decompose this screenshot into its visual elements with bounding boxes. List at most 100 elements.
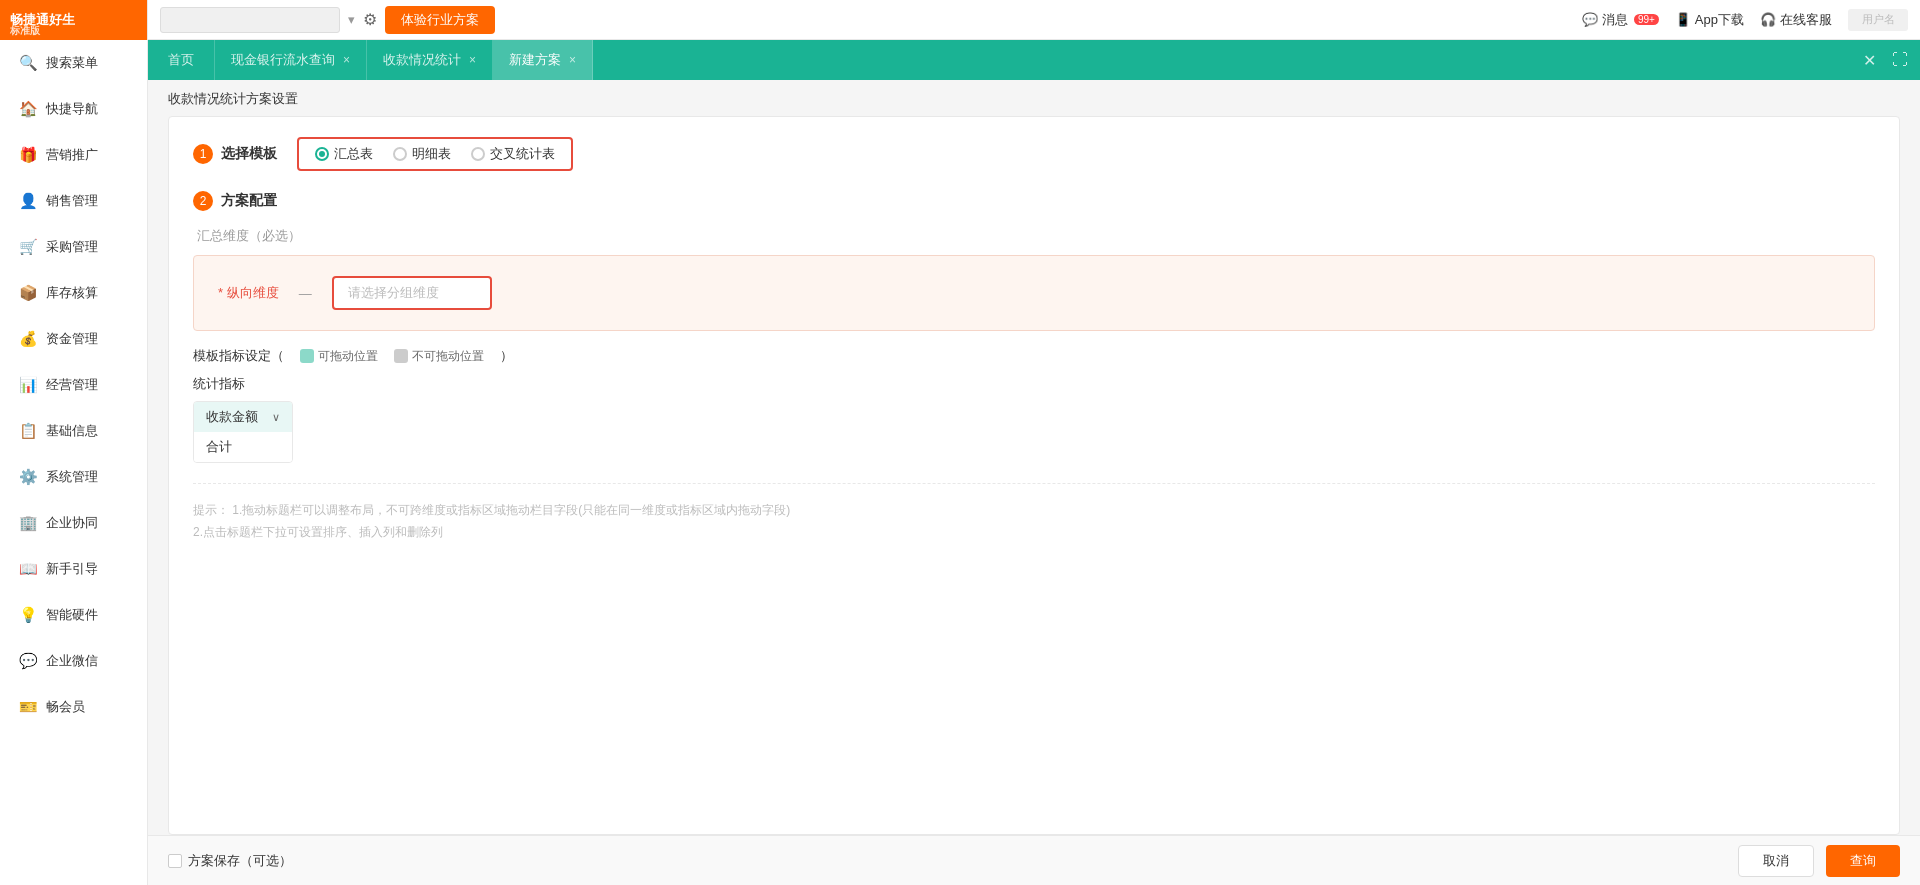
radio-summary-label: 汇总表 [334, 145, 373, 163]
sidebar-item-new-guide[interactable]: 📖 新手引导 [0, 546, 147, 592]
member-icon: 🎫 [18, 697, 38, 717]
sidebar-logo: 畅捷通好生 标准版 [0, 0, 147, 40]
cancel-button[interactable]: 取消 [1738, 845, 1814, 877]
dimension-section-text: 汇总维度（必选） [197, 228, 301, 243]
industry-plan-button[interactable]: 体验行业方案 [385, 6, 495, 34]
config-section: 2 方案配置 汇总维度（必选） 纵向维度 — 请选择分组维度 [193, 191, 1875, 543]
finance-icon: 💰 [18, 329, 38, 349]
sidebar-item-finance[interactable]: 💰 资金管理 [0, 316, 147, 362]
radio-cross[interactable]: 交叉统计表 [471, 145, 555, 163]
sidebar-item-enterprise-wechat[interactable]: 💬 企业微信 [0, 638, 147, 684]
stat-card: 收款金额 ∨ 合计 [193, 401, 293, 463]
notification-badge: 99+ [1634, 14, 1659, 25]
sidebar: 畅捷通好生 标准版 🔍 搜索菜单 🏠 快捷导航 🎁 营销推广 👤 销售管理 🛒 … [0, 0, 148, 885]
dropdown-icon[interactable]: ▾ [348, 12, 355, 27]
metrics-section: 模板指标设定（ 可拖动位置 不可拖动位置 ） 统计指标 [193, 347, 1875, 463]
bottom-buttons: 取消 查询 [1738, 845, 1900, 877]
radio-summary-btn[interactable] [315, 147, 329, 161]
sidebar-item-label: 搜索菜单 [46, 54, 98, 72]
dimension-arrow: — [299, 286, 312, 301]
sidebar-item-inventory[interactable]: 📦 库存核算 [0, 270, 147, 316]
save-checkbox[interactable] [168, 854, 182, 868]
sidebar-item-search-menu[interactable]: 🔍 搜索菜单 [0, 40, 147, 86]
sidebar-item-purchase[interactable]: 🛒 采购管理 [0, 224, 147, 270]
page-title: 收款情况统计方案设置 [168, 91, 298, 106]
header-left: ▾ ⚙ 体验行业方案 [160, 6, 495, 34]
marketing-icon: 🎁 [18, 145, 38, 165]
enterprise-wechat-icon: 💬 [18, 651, 38, 671]
top-header: ▾ ⚙ 体验行业方案 💬 消息 99+ 📱 App下载 🎧 在线客服 用户名 [148, 0, 1920, 40]
sidebar-item-sales[interactable]: 👤 销售管理 [0, 178, 147, 224]
tab-new-plan-close[interactable]: × [569, 53, 576, 67]
sales-icon: 👤 [18, 191, 38, 211]
section2-title: 方案配置 [221, 192, 277, 210]
non-draggable-label: 不可拖动位置 [412, 348, 484, 365]
sidebar-item-label: 采购管理 [46, 238, 98, 256]
tab-bank-query-label: 现金银行流水查询 [231, 51, 335, 69]
radio-cross-btn[interactable] [471, 147, 485, 161]
sidebar-item-label: 企业微信 [46, 652, 98, 670]
sidebar-item-label: 系统管理 [46, 468, 98, 486]
support-icon: 🎧 [1760, 12, 1776, 27]
basic-info-icon: 📋 [18, 421, 38, 441]
metrics-label: 模板指标设定（ [193, 347, 284, 365]
section2-header: 2 方案配置 [193, 191, 1875, 211]
app-download[interactable]: 📱 App下载 [1675, 11, 1744, 29]
new-guide-icon: 📖 [18, 559, 38, 579]
tab-bar-actions: ✕ ⛶ [1859, 40, 1920, 80]
tab-maximize-btn[interactable]: ⛶ [1888, 47, 1912, 73]
radio-detail-btn[interactable] [393, 147, 407, 161]
sidebar-item-label: 新手引导 [46, 560, 98, 578]
non-draggable-indicator [394, 349, 408, 363]
dimension-row: 纵向维度 — 请选择分组维度 [218, 276, 1850, 310]
system-icon: ⚙️ [18, 467, 38, 487]
sidebar-item-label: 销售管理 [46, 192, 98, 210]
quick-nav-icon: 🏠 [18, 99, 38, 119]
tab-bank-query[interactable]: 现金银行流水查询 × [215, 40, 367, 80]
breadcrumb-input[interactable] [160, 7, 340, 33]
tab-collection-stats[interactable]: 收款情况统计 × [367, 40, 493, 80]
sidebar-item-basic-info[interactable]: 📋 基础信息 [0, 408, 147, 454]
sidebar-item-label: 经营管理 [46, 376, 98, 394]
settings-icon[interactable]: ⚙ [363, 10, 377, 29]
sidebar-item-member[interactable]: 🎫 畅会员 [0, 684, 147, 730]
sidebar-item-label: 快捷导航 [46, 100, 98, 118]
tab-new-plan[interactable]: 新建方案 × [493, 40, 593, 80]
tab-collection-stats-close[interactable]: × [469, 53, 476, 67]
tab-new-plan-label: 新建方案 [509, 51, 561, 69]
dimension-input-box[interactable]: 请选择分组维度 [332, 276, 492, 310]
sidebar-item-label: 库存核算 [46, 284, 98, 302]
sidebar-item-label: 资金管理 [46, 330, 98, 348]
radio-detail-label: 明细表 [412, 145, 451, 163]
bottom-bar: 方案保存（可选） 取消 查询 [148, 835, 1920, 885]
tab-close-window-btn[interactable]: ✕ [1859, 47, 1880, 74]
app-download-label: App下载 [1695, 11, 1744, 29]
tab-bar: 首页 现金银行流水查询 × 收款情况统计 × 新建方案 × ✕ ⛶ [148, 40, 1920, 80]
stat-card-body: 合计 [194, 432, 292, 462]
stat-card-chevron[interactable]: ∨ [272, 411, 280, 424]
sidebar-item-enterprise-coop[interactable]: 🏢 企业协同 [0, 500, 147, 546]
main-content: ▾ ⚙ 体验行业方案 💬 消息 99+ 📱 App下载 🎧 在线客服 用户名 [148, 0, 1920, 885]
tab-home-label: 首页 [168, 51, 194, 69]
sidebar-item-system[interactable]: ⚙️ 系统管理 [0, 454, 147, 500]
online-support[interactable]: 🎧 在线客服 [1760, 11, 1832, 29]
non-draggable-toggle: 不可拖动位置 [394, 348, 484, 365]
notification-area[interactable]: 💬 消息 99+ [1582, 11, 1659, 29]
tab-home[interactable]: 首页 [148, 40, 215, 80]
stat-card-header[interactable]: 收款金额 ∨ [194, 402, 292, 432]
tab-bank-query-close[interactable]: × [343, 53, 350, 67]
section1-header: 1 选择模板 汇总表 明细表 交 [193, 137, 1875, 171]
save-label: 方案保存（可选） [188, 852, 292, 870]
radio-summary[interactable]: 汇总表 [315, 145, 373, 163]
query-button[interactable]: 查询 [1826, 845, 1900, 877]
user-avatar[interactable]: 用户名 [1848, 9, 1908, 31]
app-download-icon: 📱 [1675, 12, 1691, 27]
sidebar-item-marketing[interactable]: 🎁 营销推广 [0, 132, 147, 178]
radio-detail[interactable]: 明细表 [393, 145, 451, 163]
sidebar-item-quick-nav[interactable]: 🏠 快捷导航 [0, 86, 147, 132]
sidebar-item-smart-hardware[interactable]: 💡 智能硬件 [0, 592, 147, 638]
page-title-bar: 收款情况统计方案设置 [148, 80, 1920, 116]
sidebar-item-operations[interactable]: 📊 经营管理 [0, 362, 147, 408]
support-label: 在线客服 [1780, 11, 1832, 29]
vertical-dimension-label: 纵向维度 [218, 284, 279, 302]
